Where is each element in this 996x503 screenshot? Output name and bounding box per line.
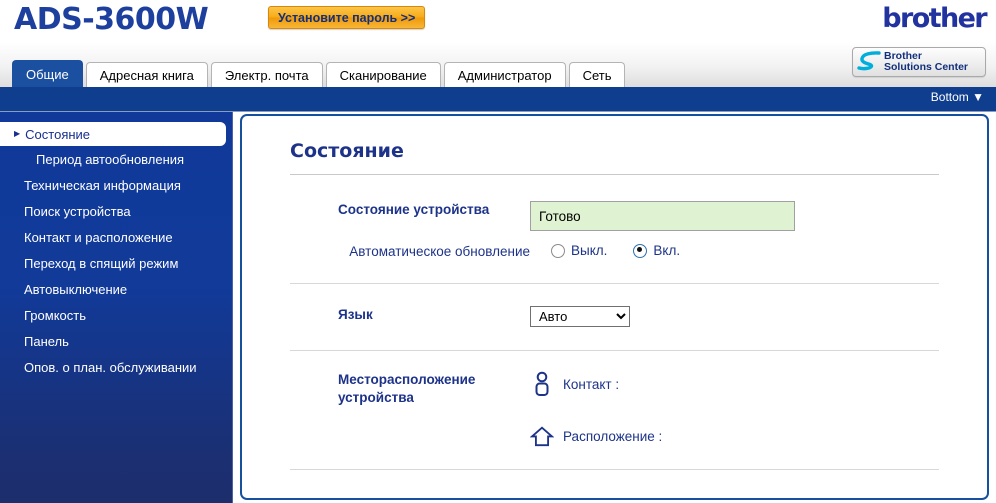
sidebar-item-status[interactable]: ▶ Состояние: [0, 122, 226, 146]
section-divider-3: [290, 469, 939, 470]
device-model-title: ADS-3600W: [14, 2, 209, 37]
sidebar-item-auto-refresh-interval[interactable]: Период автообновления: [0, 146, 232, 172]
section-divider-2: [290, 350, 939, 351]
tab-general[interactable]: Общие: [12, 60, 83, 87]
contact-row: Контакт :: [530, 371, 671, 397]
page-header: ADS-3600W Установите пароль >> brother: [0, 0, 996, 43]
brother-solutions-center-button[interactable]: Brother Solutions Center: [852, 47, 986, 77]
auto-refresh-row: Автоматическое обновление Выкл. Вкл.: [290, 243, 939, 261]
auto-refresh-on-label[interactable]: Вкл.: [653, 243, 680, 258]
set-password-button[interactable]: Установите пароль >>: [268, 6, 426, 29]
triangle-right-icon: ▶: [14, 129, 21, 138]
title-divider: [290, 174, 939, 175]
device-location-label: Месторасположение устройства: [290, 371, 530, 407]
sidebar-item-volume[interactable]: Громкость: [0, 302, 232, 328]
language-select[interactable]: Авто: [530, 306, 630, 327]
page-title: Состояние: [290, 140, 404, 162]
device-location-row: Месторасположение устройства Контакт : Р…: [290, 371, 939, 449]
auto-refresh-on-radio[interactable]: [633, 243, 648, 258]
location-row: Расположение :: [530, 423, 671, 449]
sidebar-item-label: Состояние: [25, 126, 91, 142]
auto-refresh-radio-group: Выкл. Вкл.: [551, 243, 680, 258]
navigation-blue-bar: Bottom ▼: [0, 87, 996, 112]
sidebar-item-auto-power-off[interactable]: Автовыключение: [0, 276, 232, 302]
sidebar-item-maintenance-notification[interactable]: Опов. о план. обслуживании: [0, 354, 232, 380]
sidebar-item-panel[interactable]: Панель: [0, 328, 232, 354]
brother-swirl-icon: [857, 51, 881, 71]
brother-solutions-center-label: Brother Solutions Center: [884, 50, 969, 74]
auto-refresh-label: Автоматическое обновление: [349, 244, 530, 259]
main-content-panel: Состояние Состояние устройства Готово Ав…: [240, 114, 989, 500]
contact-label: Контакт :: [563, 376, 620, 392]
sidebar-item-find-device[interactable]: Поиск устройства: [0, 198, 232, 224]
sidebar-item-contact-and-location[interactable]: Контакт и расположение: [0, 224, 232, 250]
tab-list: Общие Адресная книга Электр. почта Скани…: [12, 60, 626, 87]
tab-address-book[interactable]: Адресная книга: [85, 62, 208, 87]
location-label: Расположение :: [563, 428, 663, 444]
brother-logo: brother: [882, 3, 987, 34]
bsc-line-2: Solutions Center: [884, 61, 969, 73]
device-location-values: Контакт : Расположение :: [530, 371, 671, 449]
language-label: Язык: [338, 307, 373, 322]
section-divider-1: [290, 283, 939, 284]
sidebar-navigation: ▶ Состояние Период автообновления Технич…: [0, 112, 233, 503]
tab-email[interactable]: Электр. почта: [210, 62, 323, 87]
tab-scan[interactable]: Сканирование: [325, 62, 441, 87]
tab-network[interactable]: Сеть: [568, 62, 626, 87]
person-icon: [535, 371, 549, 396]
sidebar-item-maintenance-information[interactable]: Техническая информация: [0, 172, 232, 198]
bottom-anchor-link[interactable]: Bottom ▼: [931, 90, 984, 104]
device-location-label-line-1: Месторасположение: [338, 372, 476, 387]
auto-refresh-off-label[interactable]: Выкл.: [571, 243, 607, 258]
tab-bar: Общие Адресная книга Электр. почта Скани…: [0, 42, 996, 87]
device-status-label: Состояние устройства: [338, 202, 490, 217]
tab-administrator[interactable]: Администратор: [443, 62, 566, 87]
web-based-management-page: ADS-3600W Установите пароль >> brother О…: [0, 0, 996, 503]
device-location-label-line-2: устройства: [338, 390, 414, 405]
device-status-value: Готово: [530, 201, 795, 231]
language-row: Язык Авто: [290, 306, 939, 327]
device-status-row: Состояние устройства Готово: [290, 201, 939, 231]
house-icon: [530, 426, 554, 447]
auto-refresh-off-radio[interactable]: [551, 243, 565, 258]
sidebar-item-sleep-mode[interactable]: Переход в спящий режим: [0, 250, 232, 276]
